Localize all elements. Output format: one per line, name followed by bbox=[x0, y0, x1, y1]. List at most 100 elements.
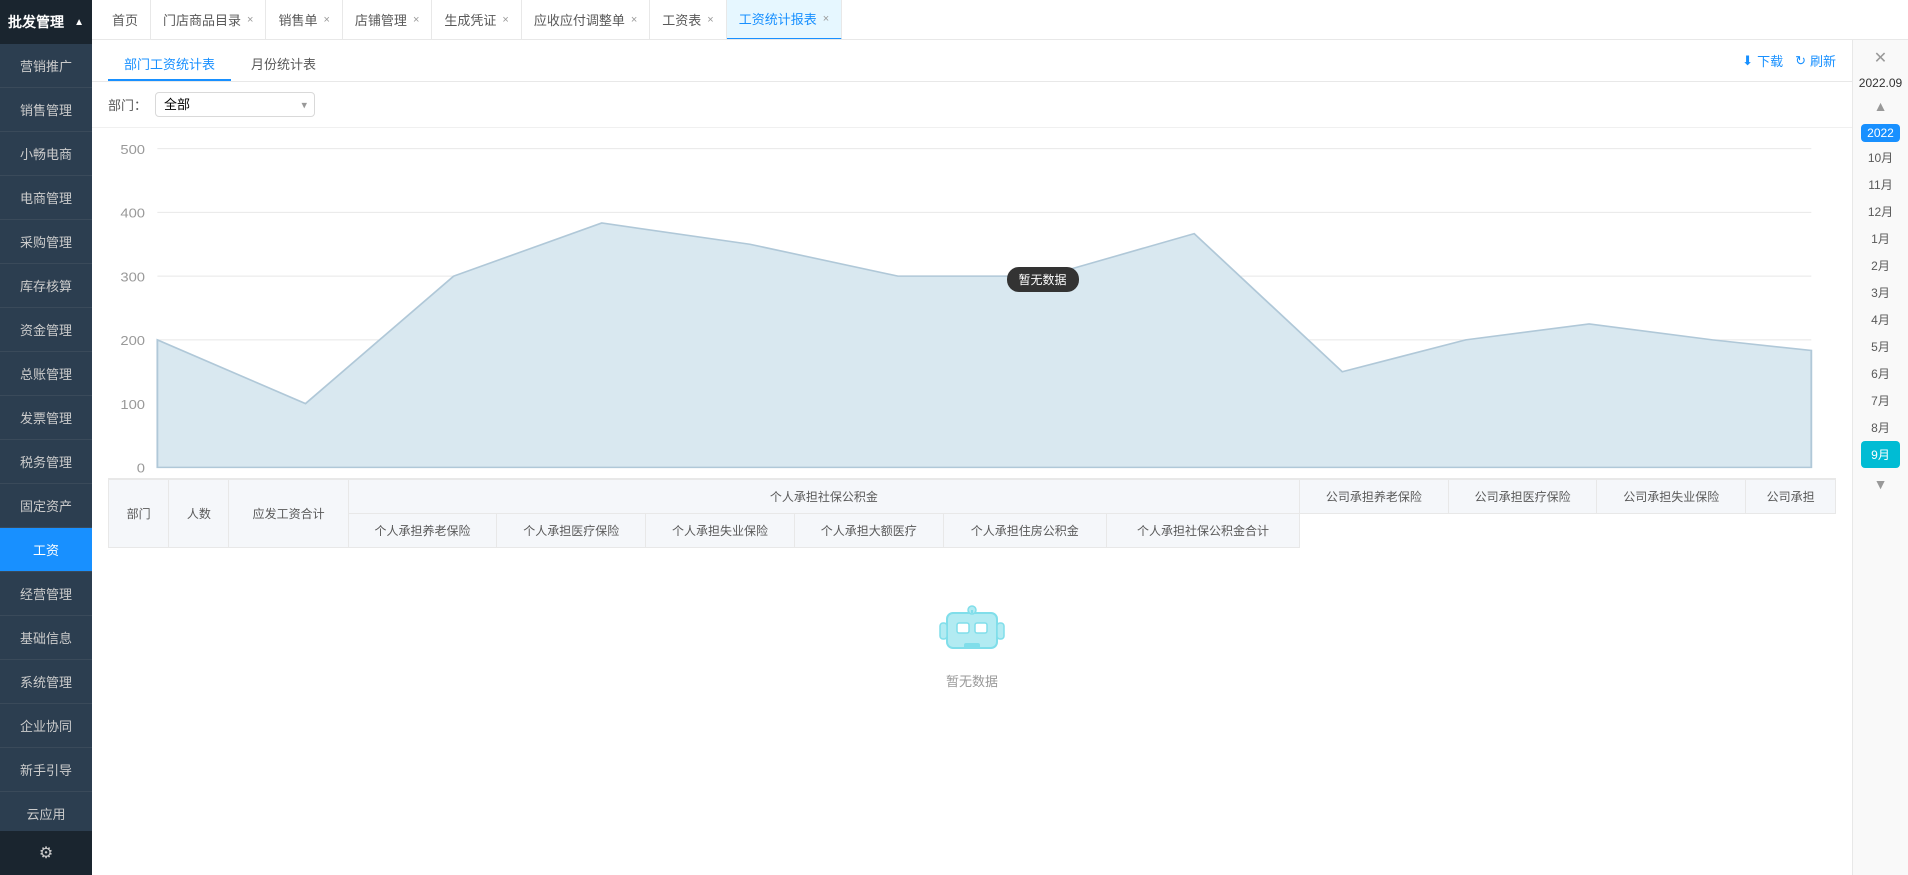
timeline-top: ✕ 2022.09 ▲ bbox=[1853, 40, 1908, 122]
sidebar-item-发票管理[interactable]: 发票管理 bbox=[0, 396, 92, 440]
main-area: 首页门店商品目录×销售单×店铺管理×生成凭证×应收应付调整单×工资表×工资统计报… bbox=[92, 0, 1908, 875]
sidebar-item-电商管理[interactable]: 电商管理 bbox=[0, 176, 92, 220]
sidebar-item-营销推广[interactable]: 营销推广 bbox=[0, 44, 92, 88]
svg-text:500: 500 bbox=[120, 142, 145, 157]
action-buttons: ⬇ 下载 ↻ 刷新 bbox=[1742, 51, 1836, 78]
tab-销售单[interactable]: 销售单 × bbox=[266, 0, 342, 40]
timeline-panel: ✕ 2022.09 ▲ 2022 10月11月12月1月2月3月4月5月6月7月8… bbox=[1852, 40, 1908, 875]
svg-text:0: 0 bbox=[137, 461, 146, 476]
sidebar-item-总账管理[interactable]: 总账管理 bbox=[0, 352, 92, 396]
timeline-month-6月[interactable]: 6月 bbox=[1861, 360, 1900, 387]
timeline-month-11月[interactable]: 11月 bbox=[1861, 171, 1900, 198]
sidebar-item-固定资产[interactable]: 固定资产 bbox=[0, 484, 92, 528]
filter-label: 部门： bbox=[108, 95, 147, 114]
sidebar-item-工资[interactable]: 工资 bbox=[0, 528, 92, 572]
timeline-month-9月[interactable]: 9月 bbox=[1861, 441, 1900, 468]
tab-close-icon[interactable]: × bbox=[502, 14, 508, 26]
sub-tab-月份统计表[interactable]: 月份统计表 bbox=[235, 48, 332, 81]
sidebar-item-采购管理[interactable]: 采购管理 bbox=[0, 220, 92, 264]
sidebar-item-企业协同[interactable]: 企业协同 bbox=[0, 704, 92, 748]
sidebar: 批发管理 ▲ 营销推广销售管理小畅电商电商管理采购管理库存核算资金管理总账管理发… bbox=[0, 0, 92, 875]
tab-生成凭证[interactable]: 生成凭证× bbox=[432, 0, 521, 40]
sidebar-collapse-icon: ▲ bbox=[74, 17, 84, 28]
tab-close-icon[interactable]: × bbox=[413, 14, 419, 26]
tab-门店商品目录[interactable]: 门店商品目录 × bbox=[151, 0, 266, 40]
empty-text: 暂无数据 bbox=[148, 671, 1796, 690]
tab-close-icon[interactable]: × bbox=[323, 14, 329, 26]
sidebar-item-库存核算[interactable]: 库存核算 bbox=[0, 264, 92, 308]
sub-tabs: 部门工资统计表月份统计表 bbox=[108, 48, 332, 81]
timeline-close-button[interactable]: ✕ bbox=[1870, 44, 1891, 72]
tab-label: 门店商品目录 bbox=[163, 10, 241, 29]
filter-bar: 部门： 全部销售部财务部人事部 bbox=[92, 82, 1852, 128]
sidebar-item-税务管理[interactable]: 税务管理 bbox=[0, 440, 92, 484]
sidebar-item-基础信息[interactable]: 基础信息 bbox=[0, 616, 92, 660]
timeline-month-5月[interactable]: 5月 bbox=[1861, 333, 1900, 360]
col-personal-major-medical: 个人承担大额医疗 bbox=[794, 514, 943, 548]
tab-首页[interactable]: 首页 bbox=[100, 0, 151, 40]
timeline-month-12月[interactable]: 12月 bbox=[1861, 198, 1900, 225]
tab-close-icon[interactable]: × bbox=[631, 14, 637, 26]
settings-icon: ⚙ bbox=[39, 845, 53, 862]
timeline-month-4月[interactable]: 4月 bbox=[1861, 306, 1900, 333]
timeline-month-7月[interactable]: 7月 bbox=[1861, 387, 1900, 414]
timeline-months: 2022 10月11月12月1月2月3月4月5月6月7月8月9月 bbox=[1861, 122, 1900, 468]
tab-close-icon[interactable]: × bbox=[247, 14, 253, 26]
sub-tab-bar: 部门工资统计表月份统计表 ⬇ 下载 ↻ 刷新 bbox=[92, 40, 1852, 82]
tab-工资统计报表[interactable]: 工资统计报表 × bbox=[727, 0, 842, 40]
timeline-month-10月[interactable]: 10月 bbox=[1861, 144, 1900, 171]
sidebar-item-销售管理[interactable]: 销售管理 bbox=[0, 88, 92, 132]
timeline-current-display: 2022.09 bbox=[1857, 72, 1904, 94]
timeline-down-arrow[interactable]: ▼ bbox=[1870, 472, 1892, 496]
timeline-month-1月[interactable]: 1月 bbox=[1861, 225, 1900, 252]
timeline-up-arrow[interactable]: ▲ bbox=[1870, 94, 1892, 118]
svg-text:300: 300 bbox=[120, 269, 145, 284]
col-total: 应发工资合计 bbox=[229, 480, 348, 548]
col-company-pension: 公司承担养老保险 bbox=[1300, 480, 1449, 514]
tab-应收应付调整单[interactable]: 应收应付调整单 × bbox=[522, 0, 650, 40]
col-dept: 部门 bbox=[109, 480, 169, 548]
tab-label: 应收应付调整单 bbox=[534, 10, 625, 29]
download-button[interactable]: ⬇ 下载 bbox=[1742, 51, 1783, 70]
chart-area: 0 100 200 300 400 500 bbox=[92, 128, 1852, 875]
department-select-wrapper[interactable]: 全部销售部财务部人事部 bbox=[155, 92, 315, 117]
sidebar-settings-button[interactable]: ⚙ bbox=[0, 831, 92, 875]
empty-state: 暂无数据 bbox=[108, 548, 1836, 730]
sidebar-items: 营销推广销售管理小畅电商电商管理采购管理库存核算资金管理总账管理发票管理税务管理… bbox=[0, 44, 92, 831]
tab-label: 销售单 bbox=[278, 10, 317, 29]
sidebar-item-系统管理[interactable]: 系统管理 bbox=[0, 660, 92, 704]
col-personal-housing: 个人承担住房公积金 bbox=[943, 514, 1106, 548]
sidebar-item-资金管理[interactable]: 资金管理 bbox=[0, 308, 92, 352]
table-wrapper: 部门 人数 应发工资合计 个人承担社保公积金 公司承担养老保险 公司承担医疗保险… bbox=[108, 478, 1836, 730]
timeline-month-3月[interactable]: 3月 bbox=[1861, 279, 1900, 306]
tab-工资表[interactable]: 工资表 × bbox=[650, 0, 726, 40]
svg-text:100: 100 bbox=[120, 397, 145, 412]
timeline-month-2月[interactable]: 2月 bbox=[1861, 252, 1900, 279]
col-company-other: 公司承担 bbox=[1746, 480, 1836, 514]
tab-close-icon[interactable]: × bbox=[823, 13, 829, 25]
area-chart: 0 100 200 300 400 500 bbox=[108, 138, 1836, 478]
tab-bar: 首页门店商品目录×销售单×店铺管理×生成凭证×应收应付调整单×工资表×工资统计报… bbox=[92, 0, 1908, 40]
svg-text:200: 200 bbox=[120, 333, 145, 348]
download-icon: ⬇ bbox=[1742, 53, 1753, 69]
timeline-month-8月[interactable]: 8月 bbox=[1861, 414, 1900, 441]
refresh-button[interactable]: ↻ 刷新 bbox=[1795, 51, 1836, 70]
col-company-medical: 公司承担医疗保险 bbox=[1448, 480, 1597, 514]
tab-close-icon[interactable]: × bbox=[707, 14, 713, 26]
tab-label: 工资表 bbox=[662, 10, 701, 29]
empty-icon bbox=[932, 588, 1012, 668]
sidebar-item-小畅电商[interactable]: 小畅电商 bbox=[0, 132, 92, 176]
tab-label: 工资统计报表 bbox=[739, 9, 817, 28]
refresh-icon: ↻ bbox=[1795, 53, 1806, 69]
tab-店铺管理[interactable]: 店铺管理× bbox=[343, 0, 432, 40]
department-select[interactable]: 全部销售部财务部人事部 bbox=[155, 92, 315, 117]
col-group-personal: 个人承担社保公积金 bbox=[348, 480, 1299, 514]
col-personal-medical: 个人承担医疗保险 bbox=[497, 514, 646, 548]
timeline-year-badge: 2022 bbox=[1861, 124, 1900, 142]
sidebar-item-新手引导[interactable]: 新手引导 bbox=[0, 748, 92, 792]
sidebar-header[interactable]: 批发管理 ▲ bbox=[0, 0, 92, 44]
sub-tab-部门工资统计表[interactable]: 部门工资统计表 bbox=[108, 48, 231, 81]
sidebar-item-云应用[interactable]: 云应用 bbox=[0, 792, 92, 831]
chart-polygon bbox=[157, 223, 1811, 467]
sidebar-item-经营管理[interactable]: 经营管理 bbox=[0, 572, 92, 616]
